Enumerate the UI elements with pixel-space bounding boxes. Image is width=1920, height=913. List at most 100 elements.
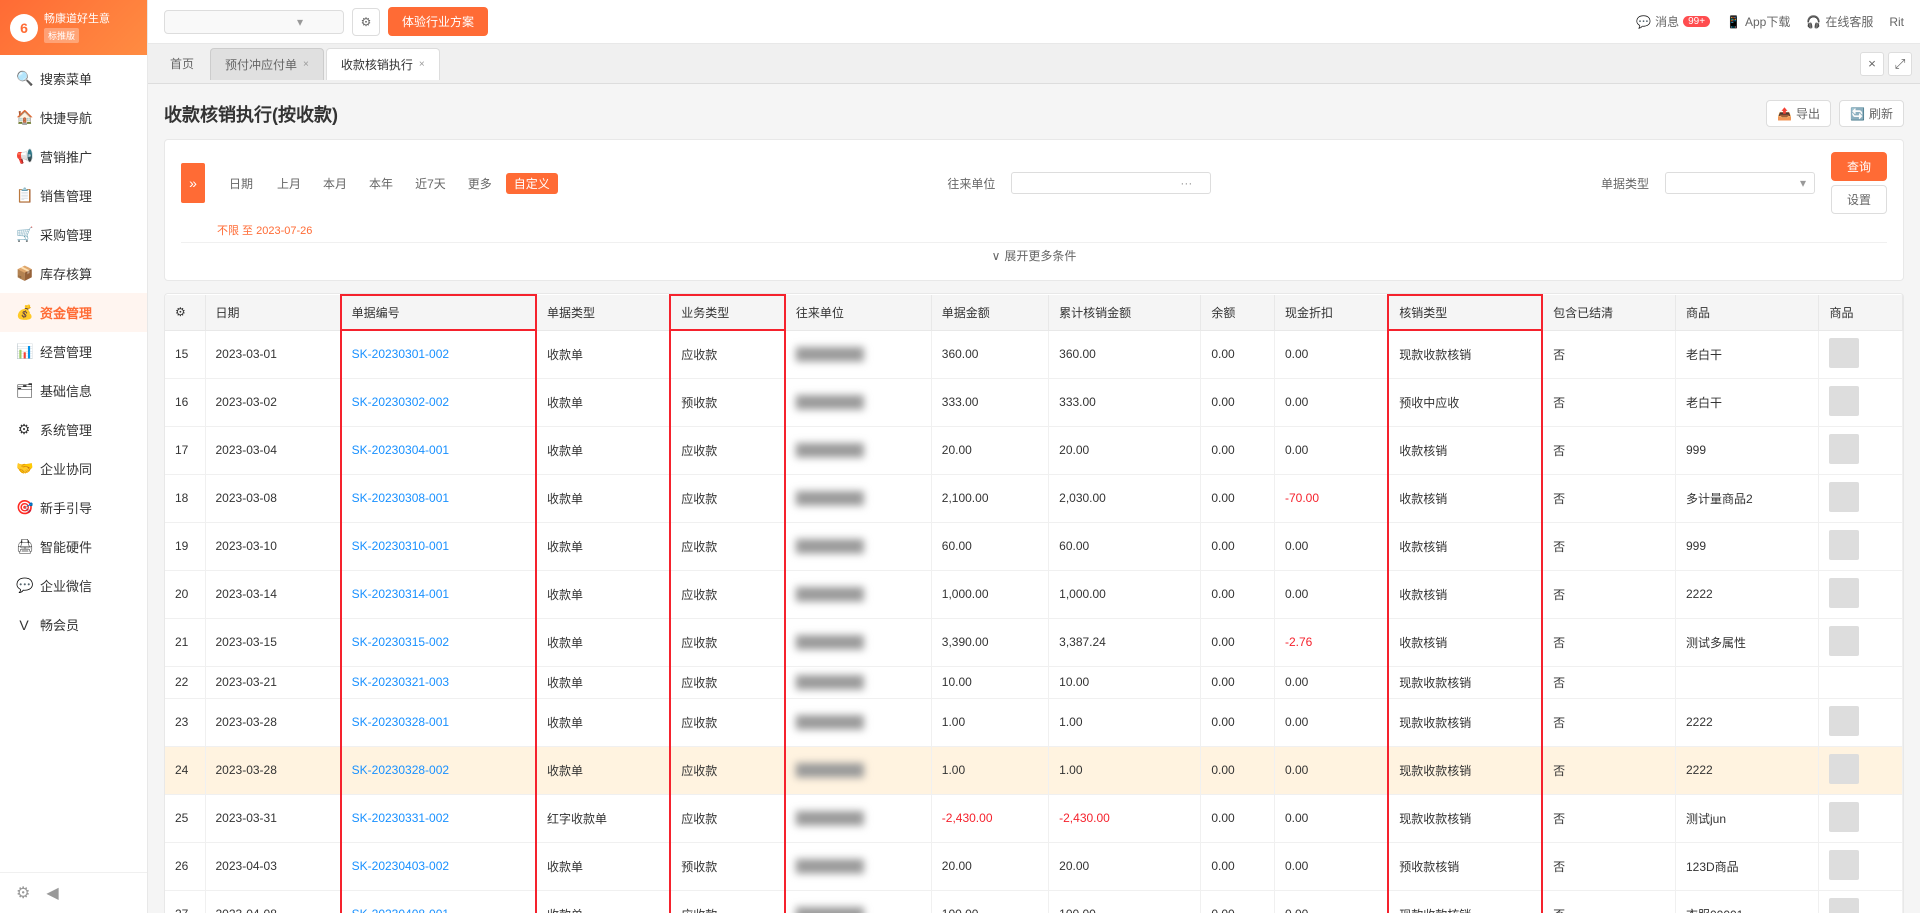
close-tab-btn[interactable]: × <box>1860 52 1884 76</box>
doc-link[interactable]: SK-20230321-003 <box>352 675 449 689</box>
doc-link[interactable]: SK-20230331-002 <box>352 811 449 825</box>
ellipsis-icon[interactable]: ··· <box>1180 176 1192 190</box>
cell-biz-type: 应收款 <box>670 666 785 698</box>
cell-goods-img <box>1819 666 1903 698</box>
table-row[interactable]: 22 2023-03-21 SK-20230321-003 收款单 应收款 ██… <box>165 666 1903 698</box>
tab-close-1[interactable]: × <box>303 59 309 70</box>
doc-link[interactable]: SK-20230304-001 <box>352 443 449 457</box>
app-download-area[interactable]: 📱 App下载 <box>1726 13 1790 30</box>
doc-link[interactable]: SK-20230315-002 <box>352 635 449 649</box>
table-row[interactable]: 19 2023-03-10 SK-20230310-001 收款单 应收款 ██… <box>165 522 1903 570</box>
col-header-date[interactable]: 日期 <box>205 295 341 330</box>
col-header-biz-type[interactable]: 业务类型 <box>670 295 785 330</box>
table-row[interactable]: 26 2023-04-03 SK-20230403-002 收款单 预收款 ██… <box>165 842 1903 890</box>
cell-goods: 2222 <box>1675 698 1818 746</box>
sidebar-item-10[interactable]: 🤝企业协同 <box>0 449 147 488</box>
col-header-partner[interactable]: 往来单位 <box>785 295 931 330</box>
settings-icon[interactable]: ⚙ <box>16 883 30 903</box>
date-tag-7days[interactable]: 近7天 <box>407 173 454 194</box>
col-header-goods-img[interactable]: 商品 <box>1819 295 1903 330</box>
user-name[interactable]: Rit <box>1889 15 1904 29</box>
filter-settings-button[interactable]: 设置 <box>1831 185 1887 214</box>
industry-btn[interactable]: 体验行业方案 <box>388 7 488 36</box>
date-tag-this-month[interactable]: 本月 <box>315 173 355 194</box>
sidebar-item-14[interactable]: V畅会员 <box>0 605 147 644</box>
query-button[interactable]: 查询 <box>1831 152 1887 181</box>
cell-biz-type: 应收款 <box>670 890 785 913</box>
cell-include-settled: 否 <box>1542 890 1675 913</box>
tab-2[interactable]: 收款核销执行× <box>326 48 440 80</box>
doc-link[interactable]: SK-20230310-001 <box>352 539 449 553</box>
tab-1[interactable]: 预付冲应付单× <box>210 48 324 80</box>
sidebar-item-11[interactable]: 🎯新手引导 <box>0 488 147 527</box>
sidebar-item-3[interactable]: 📋销售管理 <box>0 176 147 215</box>
table-row[interactable]: 24 2023-03-28 SK-20230328-002 收款单 应收款 ██… <box>165 746 1903 794</box>
doc-link[interactable]: SK-20230302-002 <box>352 395 449 409</box>
sidebar-item-0[interactable]: 🔍搜索菜单 <box>0 59 147 98</box>
sidebar-item-6[interactable]: 💰资金管理 <box>0 293 147 332</box>
sidebar-item-12[interactable]: 🖨智能硬件 <box>0 527 147 566</box>
col-header-cash-discount[interactable]: 现金折扣 <box>1275 295 1389 330</box>
sidebar-item-13[interactable]: 💬企业微信 <box>0 566 147 605</box>
cell-writeoff-type: 现款收款核销 <box>1388 666 1542 698</box>
topbar-search-area[interactable]: ▾ <box>164 10 344 34</box>
cell-include-settled: 否 <box>1542 618 1675 666</box>
table-row[interactable]: 17 2023-03-04 SK-20230304-001 收款单 应收款 ██… <box>165 426 1903 474</box>
date-tag-custom[interactable]: 自定义 <box>506 173 558 194</box>
sidebar-item-8[interactable]: 🗂基础信息 <box>0 371 147 410</box>
col-header-balance[interactable]: 余额 <box>1201 295 1275 330</box>
online-service-area[interactable]: 🎧 在线客服 <box>1806 13 1873 30</box>
col-header-writeoff-amount[interactable]: 累计核销金额 <box>1049 295 1201 330</box>
col-header-writeoff-type[interactable]: 核销类型 <box>1388 295 1542 330</box>
table-row[interactable]: 18 2023-03-08 SK-20230308-001 收款单 应收款 ██… <box>165 474 1903 522</box>
cell-date: 2023-03-08 <box>205 474 341 522</box>
doc-link[interactable]: SK-20230308-001 <box>352 491 449 505</box>
col-header-doc-no[interactable]: 单据编号 <box>341 295 536 330</box>
col-header-amount[interactable]: 单据金额 <box>931 295 1048 330</box>
collapse-icon[interactable]: ◀ <box>46 883 58 903</box>
table-row[interactable]: 16 2023-03-02 SK-20230302-002 收款单 预收款 ██… <box>165 378 1903 426</box>
doc-link[interactable]: SK-20230328-002 <box>352 763 449 777</box>
table-row[interactable]: 20 2023-03-14 SK-20230314-001 收款单 应收款 ██… <box>165 570 1903 618</box>
col-header-goods[interactable]: 商品 <box>1675 295 1818 330</box>
table-row[interactable]: 23 2023-03-28 SK-20230328-001 收款单 应收款 ██… <box>165 698 1903 746</box>
notification-area[interactable]: 💬 消息 99+ <box>1636 13 1710 30</box>
date-tag-last-month[interactable]: 上月 <box>269 173 309 194</box>
tab-close-2[interactable]: × <box>419 59 425 70</box>
sidebar-item-2[interactable]: 📢营销推广 <box>0 137 147 176</box>
table-row[interactable]: 15 2023-03-01 SK-20230301-002 收款单 应收款 ██… <box>165 330 1903 378</box>
date-tag-this-year[interactable]: 本年 <box>361 173 401 194</box>
doc-link[interactable]: SK-20230403-002 <box>352 859 449 873</box>
sidebar-item-1[interactable]: 🏠快捷导航 <box>0 98 147 137</box>
sidebar-item-4[interactable]: 🛒采购管理 <box>0 215 147 254</box>
main-area: ▾ ⚙ 体验行业方案 💬 消息 99+ 📱 App下载 🎧 在线客服 Rit <box>148 0 1920 913</box>
table-row[interactable]: 21 2023-03-15 SK-20230315-002 收款单 应收款 ██… <box>165 618 1903 666</box>
cell-doc-no: SK-20230321-003 <box>341 666 536 698</box>
doc-link[interactable]: SK-20230408-001 <box>352 907 449 913</box>
doc-link[interactable]: SK-20230328-001 <box>352 715 449 729</box>
date-tag-more[interactable]: 更多 <box>460 173 500 194</box>
col-header-bill-type[interactable]: 单据类型 <box>536 295 670 330</box>
partner-search-field[interactable]: ··· <box>1011 172 1211 194</box>
sidebar-item-5[interactable]: 📦库存核算 <box>0 254 147 293</box>
tab-home[interactable]: 首页 <box>156 48 208 80</box>
refresh-button[interactable]: 🔄 刷新 <box>1839 100 1904 127</box>
topbar-dropdown-arrow[interactable]: ▾ <box>297 15 303 29</box>
bill-type-select[interactable]: ▾ <box>1665 172 1815 194</box>
partner-value: ████████ <box>796 491 864 505</box>
export-button[interactable]: 📤 导出 <box>1766 100 1831 127</box>
col-header-include-settled[interactable]: 包含已结清 <box>1542 295 1675 330</box>
gear-button[interactable]: ⚙ <box>352 8 380 36</box>
table-row[interactable]: 27 2023-04-08 SK-20230408-001 收款单 应收款 ██… <box>165 890 1903 913</box>
doc-link[interactable]: SK-20230301-002 <box>352 347 449 361</box>
sidebar-item-9[interactable]: ⚙系统管理 <box>0 410 147 449</box>
cell-writeoff-type: 现款收款核销 <box>1388 330 1542 378</box>
col-header-settings[interactable]: ⚙ <box>165 295 205 330</box>
expand-more-btn[interactable]: ∨ 展开更多条件 <box>181 242 1887 268</box>
sidebar-item-7[interactable]: 📊经营管理 <box>0 332 147 371</box>
filter-toggle[interactable]: » <box>181 163 205 203</box>
table-row[interactable]: 25 2023-03-31 SK-20230331-002 红字收款单 应收款 … <box>165 794 1903 842</box>
cell-goods: 老白干 <box>1675 378 1818 426</box>
doc-link[interactable]: SK-20230314-001 <box>352 587 449 601</box>
maximize-btn[interactable]: ⤢ <box>1888 52 1912 76</box>
